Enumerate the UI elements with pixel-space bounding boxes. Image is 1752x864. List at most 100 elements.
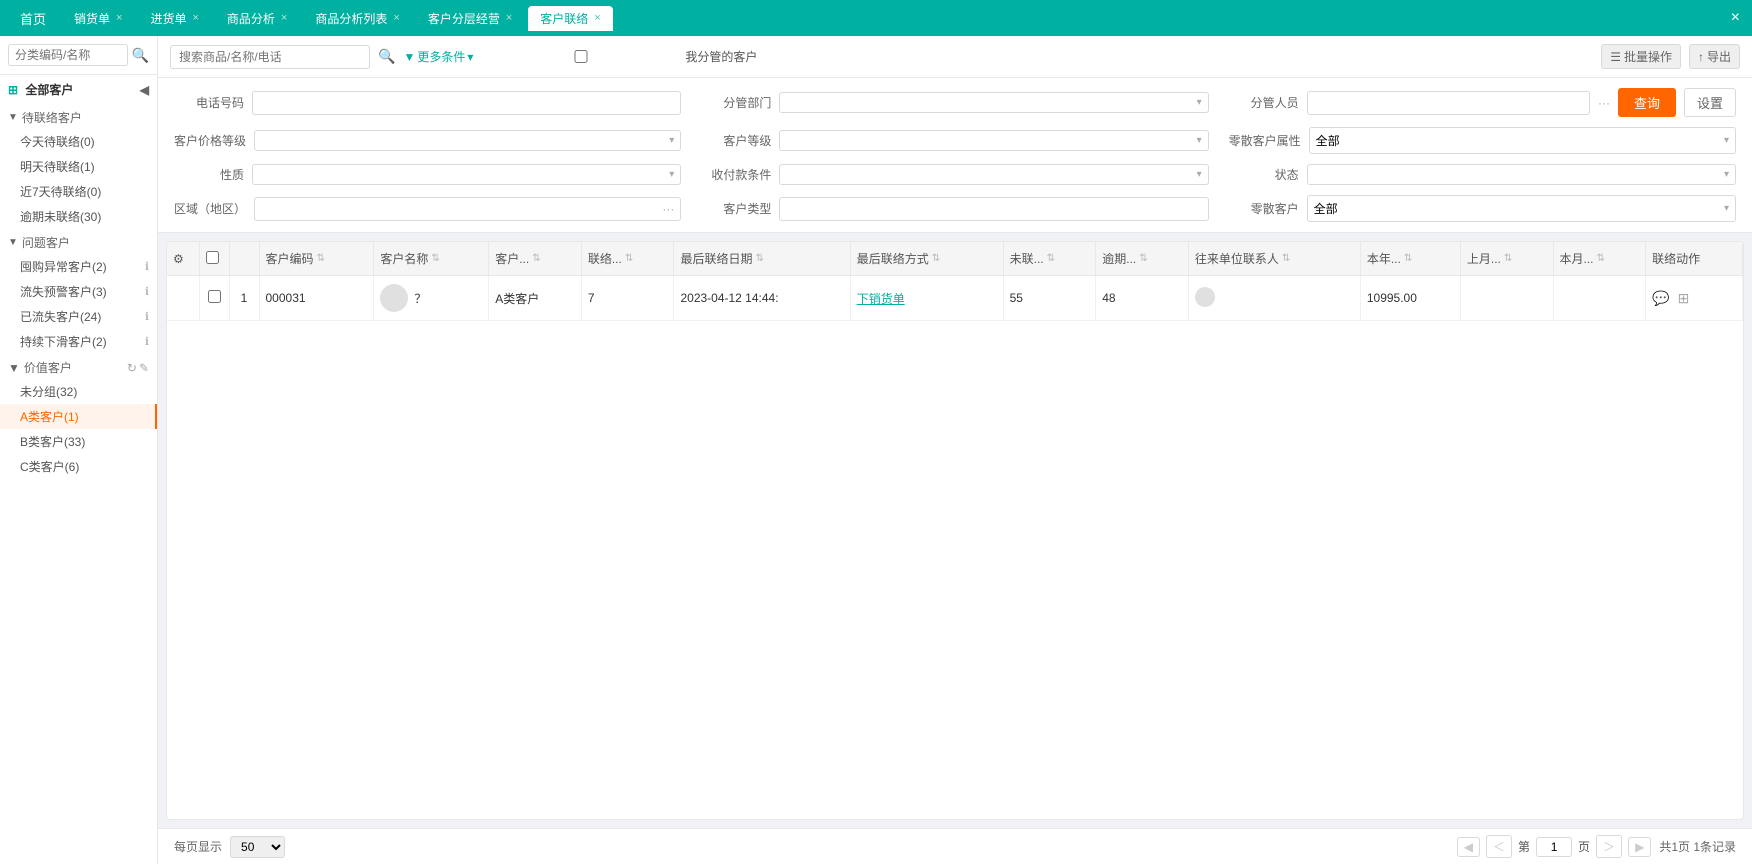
sidebar-item-ungroup[interactable]: 未分组(32) [0, 379, 157, 404]
col-last-month[interactable]: 上月... ⇅ [1460, 242, 1553, 276]
nav-product-analysis[interactable]: 商品分析 × [215, 6, 299, 31]
sidebar-search-input[interactable] [8, 44, 128, 66]
col-no-contact[interactable]: 未联... ⇅ [1003, 242, 1096, 276]
top-navigation: 首页 销货单 × 进货单 × 商品分析 × 商品分析列表 × 客户分层经营 × … [0, 0, 1752, 36]
nav-customer-contact[interactable]: 客户联络 × [528, 6, 612, 31]
query-button[interactable]: 查询 [1618, 88, 1676, 117]
sort-code-icon: ⇅ [317, 253, 325, 264]
filter-select-price-level[interactable]: ▾ [254, 130, 681, 151]
nav-purchase[interactable]: 进货单 × [138, 6, 210, 31]
row-last-date: 2023-04-12 14:44: [674, 276, 850, 321]
filter-select-status[interactable]: ▾ [1307, 164, 1736, 185]
filter-input-customer-type[interactable] [779, 197, 1208, 221]
sidebar-item-c-class[interactable]: C类客户(6) [0, 454, 157, 479]
nav-home[interactable]: 首页 [8, 5, 58, 32]
chat-action-icon[interactable]: 💬 [1652, 290, 1669, 307]
page-input[interactable] [1536, 837, 1572, 857]
my-customers-checkbox[interactable] [481, 50, 681, 63]
last-page-button[interactable]: ▶ [1628, 837, 1651, 857]
select-all-checkbox[interactable] [206, 251, 219, 264]
my-customers-checkbox-label[interactable]: 我分管的客户 [481, 48, 757, 65]
filter-dots-manager[interactable]: ··· [1598, 96, 1610, 110]
chevron-dept-icon: ▾ [1197, 97, 1202, 108]
sidebar-item-a-class[interactable]: A类客户(1) [0, 404, 157, 429]
filter-select-retail-attr[interactable]: 全部 ▾ [1309, 127, 1736, 154]
content-area: 🔍 ▼ 更多条件 ▾ 我分管的客户 ☰ 批量操作 ↑ 导出 [158, 36, 1752, 864]
filter-row-status: 状态 ▾ [1229, 164, 1736, 185]
table-row: 1 000031 ？ A类客户 7 2023-04-12 14:44: [167, 276, 1743, 321]
more-filter-button[interactable]: ▼ 更多条件 ▾ [403, 48, 473, 65]
filter-label-manager: 分管人员 [1229, 94, 1299, 111]
col-customer-type[interactable]: 客户... ⇅ [489, 242, 582, 276]
sidebar-group-problem[interactable]: ▼ 问题客户 [0, 229, 157, 254]
chevron-retail-icon: ▾ [1724, 135, 1729, 146]
page-size-select[interactable]: 50 100 200 [230, 836, 285, 858]
sidebar-search-icon[interactable]: 🔍 [132, 47, 149, 64]
filter-label-retail-customer: 零散客户 [1229, 200, 1299, 217]
filter-select-payment[interactable]: ▾ [779, 164, 1208, 185]
sidebar-item-7days[interactable]: 近7天待联络(0) [0, 179, 157, 204]
row-checkbox[interactable] [208, 290, 221, 303]
close-contact-icon[interactable]: × [594, 12, 600, 24]
sidebar-item-hoard[interactable]: 囤购异常客户(2) ℹ [0, 254, 157, 279]
sidebar-collapse-icon[interactable]: ◀ [140, 83, 149, 97]
col-contact[interactable]: 联络... ⇅ [581, 242, 674, 276]
col-this-month[interactable]: 本月... ⇅ [1553, 242, 1646, 276]
sidebar-item-overdue[interactable]: 逾期未联络(30) [0, 204, 157, 229]
export-button[interactable]: ↑ 导出 [1689, 44, 1740, 69]
settings-button[interactable]: 设置 [1684, 88, 1736, 117]
row-last-method[interactable]: 下销货单 [850, 276, 1003, 321]
edit-icon[interactable]: ✎ [139, 361, 149, 375]
filter-input-manager[interactable] [1307, 91, 1590, 115]
col-this-year[interactable]: 本年... ⇅ [1360, 242, 1460, 276]
nav-sales[interactable]: 销货单 × [62, 6, 134, 31]
prev-page-button[interactable]: ＜ [1486, 835, 1512, 858]
first-page-button[interactable]: ◀ [1457, 837, 1480, 857]
filter-select-retail-customer[interactable]: 全部 ▾ [1307, 195, 1736, 222]
filter-select-region[interactable]: ··· [254, 197, 681, 221]
bulk-op-button[interactable]: ☰ 批量操作 [1601, 44, 1681, 69]
filter-dots-region[interactable]: ··· [662, 202, 674, 216]
col-checkbox [199, 242, 229, 276]
bulk-icon: ☰ [1610, 50, 1621, 64]
col-last-date[interactable]: 最后联络日期 ⇅ [674, 242, 850, 276]
col-last-method[interactable]: 最后联络方式 ⇅ [850, 242, 1003, 276]
close-product-list-icon[interactable]: × [393, 12, 399, 24]
last-method-link[interactable]: 下销货单 [857, 292, 905, 306]
filter-row-manager: 分管人员 ··· 查询 设置 [1229, 88, 1736, 117]
sidebar-group-value[interactable]: ▼ 价值客户 ↻ ✎ [0, 354, 157, 379]
filter-select-customer-level[interactable]: ▾ [779, 130, 1208, 151]
nav-product-analysis-list[interactable]: 商品分析列表 × [303, 6, 411, 31]
col-unit-contact[interactable]: 往来单位联系人 ⇅ [1188, 242, 1360, 276]
sidebar-item-tomorrow[interactable]: 明天待联络(1) [0, 154, 157, 179]
sidebar-group-pending[interactable]: ▼ 待联络客户 [0, 104, 157, 129]
col-customer-name[interactable]: 客户名称 ⇅ [374, 242, 489, 276]
filter-input-phone[interactable] [252, 91, 681, 115]
search-button[interactable]: 🔍 [378, 48, 395, 65]
filter-select-nature[interactable]: ▾ [252, 164, 681, 185]
close-purchase-icon[interactable]: × [192, 12, 198, 24]
sidebar-item-declining[interactable]: 持续下滑客户(2) ℹ [0, 329, 157, 354]
col-overdue[interactable]: 逾期... ⇅ [1096, 242, 1189, 276]
close-product-analysis-icon[interactable]: × [281, 12, 287, 24]
sidebar-all-customers[interactable]: ⊞ 全部客户 ◀ [0, 75, 157, 104]
sort-unit-icon: ⇅ [1282, 253, 1290, 264]
close-sales-icon[interactable]: × [116, 12, 122, 24]
search-input[interactable] [170, 45, 370, 69]
nav-customer-segment[interactable]: 客户分层经营 × [416, 6, 524, 31]
refresh-icon[interactable]: ↻ [127, 361, 137, 375]
grid-action-icon[interactable]: ⊞ [1678, 290, 1690, 307]
sidebar-item-b-class[interactable]: B类客户(33) [0, 429, 157, 454]
page-size-label: 每页显示 [174, 838, 222, 855]
next-page-button[interactable]: ＞ [1596, 835, 1622, 858]
col-customer-code[interactable]: 客户编码 ⇅ [259, 242, 374, 276]
global-close-button[interactable]: × [1727, 5, 1744, 31]
filter-row-region: 区域（地区） ··· [174, 195, 681, 222]
sidebar-item-today[interactable]: 今天待联络(0) [0, 129, 157, 154]
filter-select-dept[interactable]: ▾ [779, 92, 1208, 113]
col-gear[interactable]: ⚙ [167, 242, 199, 276]
close-segment-icon[interactable]: × [506, 12, 512, 24]
sidebar-item-churned[interactable]: 已流失客户(24) ℹ [0, 304, 157, 329]
filter-row-retail-attr: 零散客户属性 全部 ▾ [1229, 127, 1736, 154]
sidebar-item-churn-warn[interactable]: 流失预警客户(3) ℹ [0, 279, 157, 304]
